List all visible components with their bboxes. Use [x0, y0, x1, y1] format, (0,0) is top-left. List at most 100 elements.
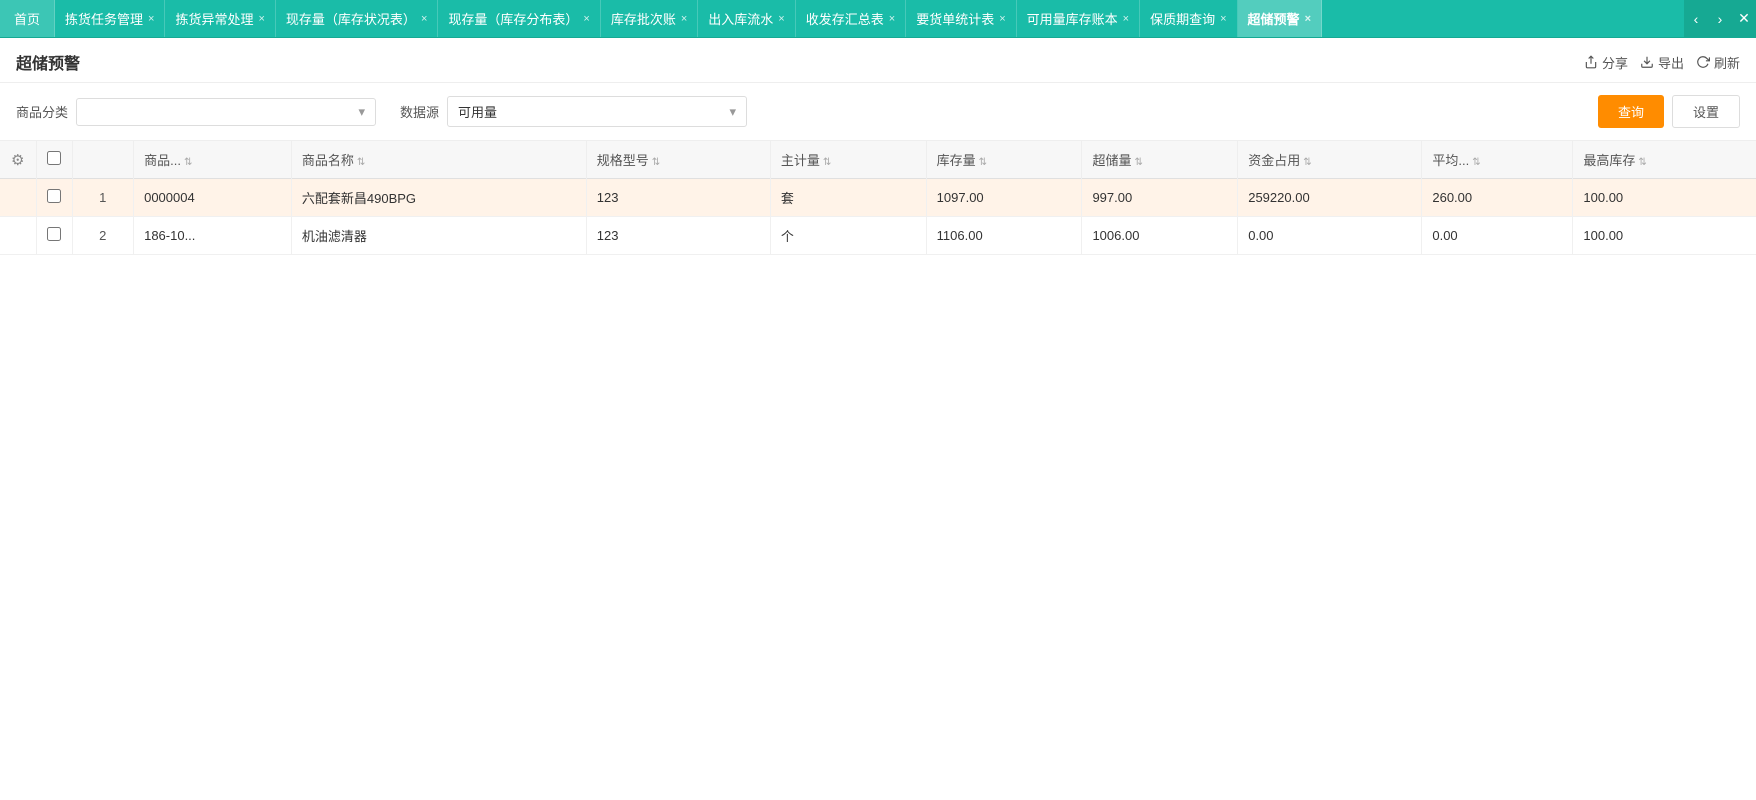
nav-order-stats-label: 要货单统计表: [916, 9, 994, 28]
nav-jailbreak-exception-label: 拣货异常处理: [175, 9, 253, 28]
nav-arrow-group: ‹ › ✕: [1684, 0, 1756, 38]
nav-quality-check-label: 保质期查询: [1150, 9, 1215, 28]
row-goods-code-cell: 186-10...: [134, 217, 292, 255]
nav-available-account-label: 可用量库存账本: [1027, 9, 1118, 28]
table-container: ⚙ 商品...⇅ 商品名称⇅ 规格型号⇅: [0, 141, 1756, 255]
row-capital-cell: 0.00: [1238, 217, 1422, 255]
col-avg-header[interactable]: 平均...⇅: [1422, 141, 1573, 179]
datasource-select[interactable]: 可用量 ▾: [447, 96, 747, 127]
nav-inventory-status[interactable]: 现存量（库存状况表） ×: [276, 0, 438, 37]
nav-overstock-warning-close[interactable]: ×: [1305, 13, 1311, 25]
nav-inventory-batch-label: 库存批次账: [611, 9, 676, 28]
row-num-cell: 1: [72, 179, 134, 217]
nav-inventory-dist-label: 现存量（库存分布表）: [448, 9, 578, 28]
nav-jailbreak-task-close[interactable]: ×: [148, 13, 154, 25]
share-label: 分享: [1602, 53, 1628, 72]
col-goods-name-header[interactable]: 商品名称⇅: [291, 141, 586, 179]
nav-jailbreak-task-label: 拣货任务管理: [65, 9, 143, 28]
col-capital-header[interactable]: 资金占用⇅: [1238, 141, 1422, 179]
export-action[interactable]: 导出: [1640, 53, 1684, 72]
nav-overstock-warning-label: 超储预警: [1248, 9, 1300, 28]
query-button[interactable]: 查询: [1598, 95, 1664, 128]
row-goods-name-cell: 六配套新昌490BPG: [291, 179, 586, 217]
nav-order-stats[interactable]: 要货单统计表 ×: [906, 0, 1016, 37]
sort-overstock-icon: ⇅: [1134, 157, 1142, 168]
nav-inventory-batch-close[interactable]: ×: [681, 13, 687, 25]
nav-available-account-close[interactable]: ×: [1123, 13, 1129, 25]
share-action[interactable]: 分享: [1584, 53, 1628, 72]
table-row: 1 0000004 六配套新昌490BPG 123 套 1097.00 997.…: [0, 179, 1756, 217]
row-overstock-cell: 1006.00: [1082, 217, 1238, 255]
row-goods-name-cell: 机油滤清器: [291, 217, 586, 255]
datasource-dropdown-arrow: ▾: [730, 104, 737, 120]
top-navigation: 首页 拣货任务管理 × 拣货异常处理 × 现存量（库存状况表） × 现存量（库存…: [0, 0, 1756, 38]
page-title: 超储预警: [16, 50, 80, 74]
nav-arrow-close-btn[interactable]: ✕: [1732, 0, 1756, 38]
table-row: 2 186-10... 机油滤清器 123 个 1106.00 1006.00 …: [0, 217, 1756, 255]
category-select[interactable]: ▾: [76, 98, 376, 126]
col-overstock-header[interactable]: 超储量⇅: [1082, 141, 1238, 179]
main-content: 超储预警 分享 导出 刷新 商品分类 ▾ 数据源: [0, 38, 1756, 800]
nav-quality-check-close[interactable]: ×: [1220, 13, 1226, 25]
nav-home-label: 首页: [14, 9, 40, 28]
sort-goods-name-icon: ⇅: [357, 157, 365, 168]
row-goods-code-cell: 0000004: [134, 179, 292, 217]
row-checkbox-cell: [36, 217, 72, 255]
nav-jailbreak-exception[interactable]: 拣货异常处理 ×: [165, 0, 275, 37]
nav-inventory-dist-close[interactable]: ×: [583, 13, 589, 25]
row-checkbox-cell: [36, 179, 72, 217]
col-spec-header[interactable]: 规格型号⇅: [586, 141, 770, 179]
nav-available-account[interactable]: 可用量库存账本 ×: [1017, 0, 1140, 37]
nav-home[interactable]: 首页: [0, 0, 55, 37]
export-icon: [1640, 55, 1654, 69]
col-stock-header[interactable]: 库存量⇅: [926, 141, 1082, 179]
nav-order-stats-close[interactable]: ×: [999, 13, 1005, 25]
row-avg-cell: 260.00: [1422, 179, 1573, 217]
col-goods-code-header[interactable]: 商品...⇅: [134, 141, 292, 179]
col-max-stock-header[interactable]: 最高库存⇅: [1573, 141, 1756, 179]
settings-button[interactable]: 设置: [1672, 95, 1740, 128]
nav-quality-check[interactable]: 保质期查询 ×: [1140, 0, 1237, 37]
datasource-value: 可用量: [458, 102, 497, 121]
col-unit-header[interactable]: 主计量⇅: [770, 141, 926, 179]
overstock-table: ⚙ 商品...⇅ 商品名称⇅ 规格型号⇅: [0, 141, 1756, 255]
header-actions: 分享 导出 刷新: [1584, 53, 1740, 72]
row-num-cell: 2: [72, 217, 134, 255]
category-filter: 商品分类 ▾: [16, 98, 376, 126]
refresh-icon: [1696, 55, 1710, 69]
nav-inventory-dist[interactable]: 现存量（库存分布表） ×: [438, 0, 600, 37]
nav-inout-flow-label: 出入库流水: [708, 9, 773, 28]
nav-arrow-left-btn[interactable]: ‹: [1684, 0, 1708, 38]
nav-inventory-status-close[interactable]: ×: [421, 13, 427, 25]
row-unit-cell: 套: [770, 179, 926, 217]
nav-inout-flow-close[interactable]: ×: [778, 13, 784, 25]
row-checkbox[interactable]: [47, 227, 61, 241]
table-body: 1 0000004 六配套新昌490BPG 123 套 1097.00 997.…: [0, 179, 1756, 255]
row-overstock-cell: 997.00: [1082, 179, 1238, 217]
row-max-stock-cell: 100.00: [1573, 217, 1756, 255]
row-checkbox[interactable]: [47, 189, 61, 203]
row-capital-cell: 259220.00: [1238, 179, 1422, 217]
nav-inout-flow[interactable]: 出入库流水 ×: [698, 0, 795, 37]
sort-spec-icon: ⇅: [652, 157, 660, 168]
datasource-label: 数据源: [400, 102, 439, 121]
nav-overstock-warning[interactable]: 超储预警 ×: [1238, 0, 1322, 37]
nav-inventory-batch[interactable]: 库存批次账 ×: [601, 0, 698, 37]
refresh-action[interactable]: 刷新: [1696, 53, 1740, 72]
export-label: 导出: [1658, 53, 1684, 72]
sort-max-stock-icon: ⇅: [1638, 157, 1646, 168]
nav-receive-summary[interactable]: 收发存汇总表 ×: [796, 0, 906, 37]
filter-buttons: 查询 设置: [1598, 95, 1740, 128]
category-label: 商品分类: [16, 102, 68, 121]
row-max-stock-cell: 100.00: [1573, 179, 1756, 217]
nav-arrow-right-btn[interactable]: ›: [1708, 0, 1732, 38]
row-avg-cell: 0.00: [1422, 217, 1573, 255]
nav-receive-summary-close[interactable]: ×: [889, 13, 895, 25]
nav-receive-summary-label: 收发存汇总表: [806, 9, 884, 28]
nav-jailbreak-task[interactable]: 拣货任务管理 ×: [55, 0, 165, 37]
refresh-label: 刷新: [1714, 53, 1740, 72]
column-settings-icon[interactable]: ⚙: [11, 152, 24, 169]
nav-jailbreak-exception-close[interactable]: ×: [258, 13, 264, 25]
row-settings-cell: [0, 217, 36, 255]
select-all-checkbox[interactable]: [47, 151, 61, 165]
